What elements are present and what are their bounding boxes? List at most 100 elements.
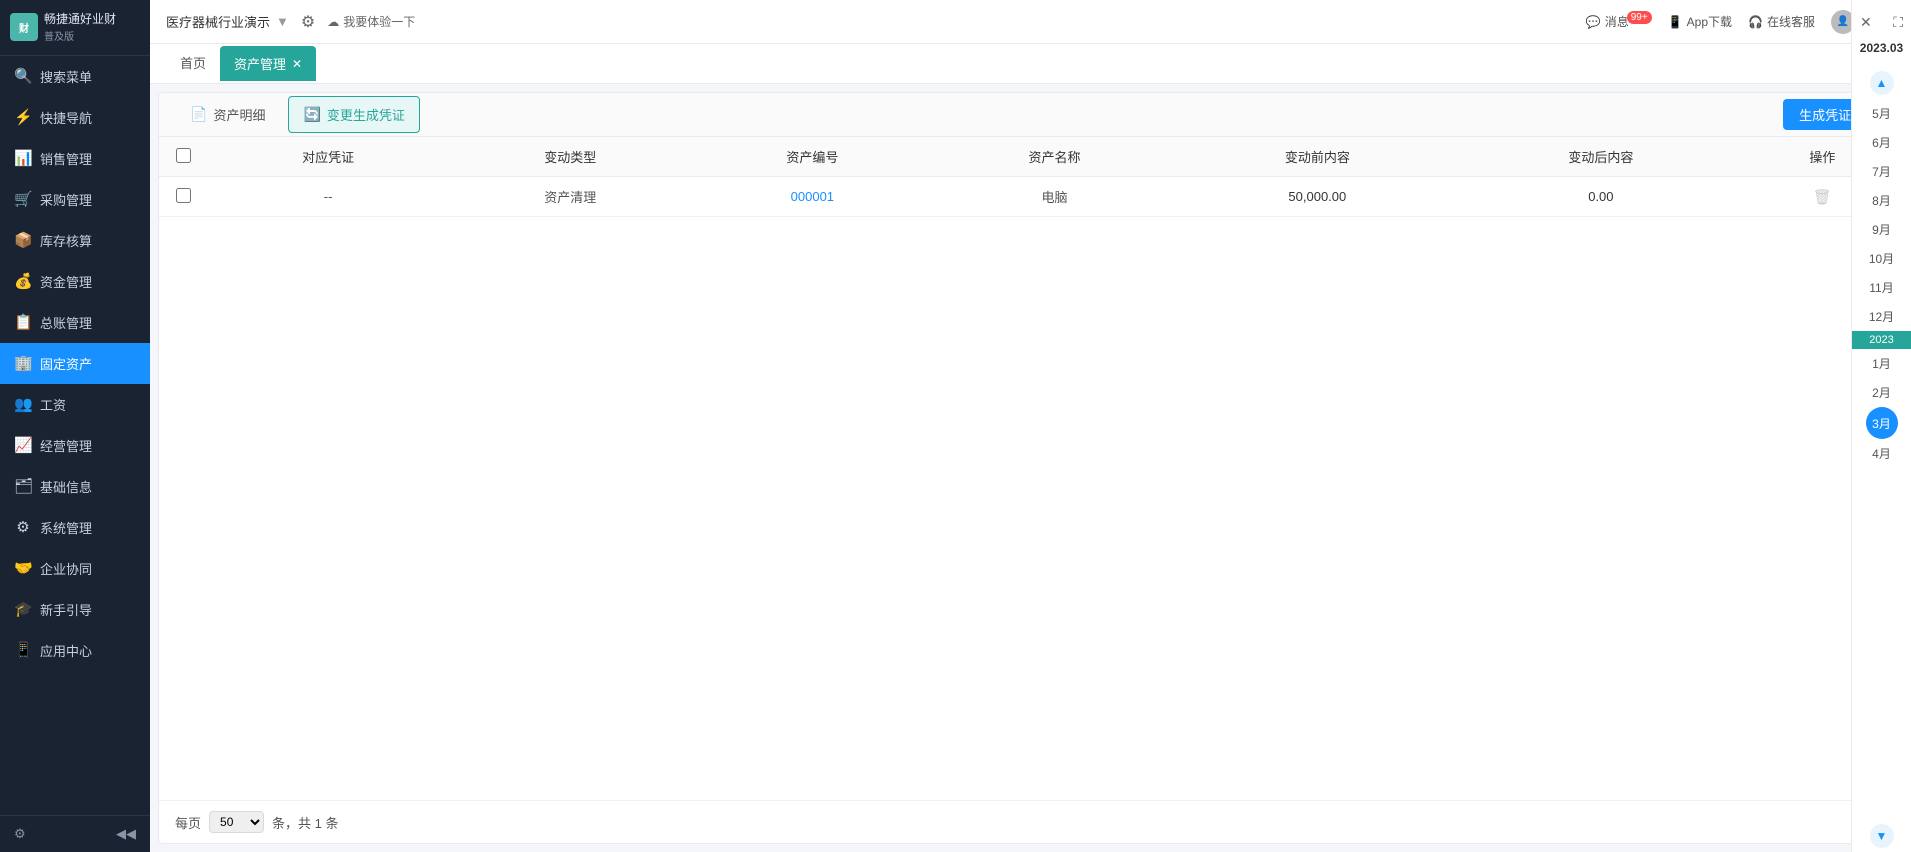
calendar-close-button[interactable]: ✕: [1860, 14, 1872, 31]
sidebar-item-guide[interactable]: 🎓 新手引导: [0, 589, 150, 630]
tab-assets[interactable]: 资产管理 ✕: [220, 46, 316, 81]
cal-month-11[interactable]: 11月: [1852, 273, 1911, 302]
cal-month-7[interactable]: 7月: [1852, 157, 1911, 186]
voucher-icon: 🔄: [303, 106, 320, 123]
row-asset-name: 电脑: [933, 177, 1175, 217]
sidebar-item-label: 固定资产: [40, 354, 92, 373]
table-row: -- 资产清理 000001 电脑 50,000.00 0.00 🗑: [159, 177, 1902, 217]
sidebar-item-operations[interactable]: 📈 经营管理: [0, 425, 150, 466]
row-before-content: 50,000.00: [1176, 177, 1460, 217]
guide-icon: 🎓: [14, 600, 32, 618]
logo-text-block: 畅捷通好业财 普及版: [44, 12, 116, 43]
headset-icon: 🎧: [1748, 15, 1763, 29]
row-asset-no: 000001: [691, 177, 933, 217]
collapse-icon[interactable]: ◀◀: [116, 826, 136, 842]
cal-month-2[interactable]: 2月: [1852, 378, 1911, 407]
table-wrapper: 对应凭证 变动类型 资产编号 资产名称 变动前内容 变动后内容 操作 -- 资产…: [159, 137, 1902, 800]
sidebar-item-sales[interactable]: 📊 销售管理: [0, 138, 150, 179]
select-all-header[interactable]: [159, 137, 207, 177]
col-change-type: 变动类型: [449, 137, 691, 177]
app-edition: 普及版: [44, 28, 116, 43]
basicinfo-icon: 🗂: [14, 477, 32, 495]
experience-text: 我要体验一下: [343, 13, 415, 30]
tab-home-label: 首页: [180, 56, 206, 71]
sidebar-item-appcenter[interactable]: 📱 应用中心: [0, 630, 150, 671]
experience-btn[interactable]: ☁ 我要体验一下: [327, 13, 415, 30]
dropdown-icon: ▼: [276, 14, 289, 29]
sidebar-item-label: 快捷导航: [40, 108, 92, 127]
row-change-type: 资产清理: [449, 177, 691, 217]
customer-service-label: 在线客服: [1767, 13, 1815, 30]
sidebar-item-inventory[interactable]: 📦 库存核算: [0, 220, 150, 261]
per-page-label: 每页: [175, 813, 201, 832]
tab-assets-label: 资产管理: [234, 54, 286, 73]
table-body: -- 资产清理 000001 电脑 50,000.00 0.00 🗑: [159, 177, 1902, 217]
row-checkbox-cell[interactable]: [159, 177, 207, 217]
subtab-detail[interactable]: 📄 资产明细: [175, 96, 280, 133]
calendar-expand-button[interactable]: ⛶: [1893, 14, 1903, 31]
sidebar-item-funds[interactable]: 💰 资金管理: [0, 261, 150, 302]
assets-icon: 🏢: [14, 354, 32, 372]
subtab-detail-label: 资产明细: [213, 105, 265, 124]
app-download-btn[interactable]: 📱 App下载: [1668, 13, 1732, 30]
notifications-btn[interactable]: 💬 消息 99+: [1586, 13, 1652, 30]
settings-icon[interactable]: ⚙: [14, 826, 26, 842]
operations-icon: 📈: [14, 436, 32, 454]
per-page-select[interactable]: 50 10 20 100: [209, 811, 264, 833]
notif-badge: 99+: [1627, 11, 1652, 24]
assets-table: 对应凭证 变动类型 资产编号 资产名称 变动前内容 变动后内容 操作 -- 资产…: [159, 137, 1902, 217]
tab-home[interactable]: 首页: [166, 45, 220, 82]
company-name: 医疗器械行业演示: [166, 12, 270, 31]
topbar: 医疗器械行业演示 ▼ ⚙ ☁ 我要体验一下 💬 消息 99+ 📱 App下载 🎧…: [150, 0, 1911, 44]
tab-close-icon[interactable]: ✕: [292, 57, 302, 71]
sidebar-item-basicinfo[interactable]: 🗂 基础信息: [0, 466, 150, 507]
calendar-current-period: 2023.03: [1860, 37, 1903, 59]
download-icon: 📱: [1668, 15, 1683, 29]
row-checkbox[interactable]: [176, 188, 191, 203]
appcenter-icon: 📱: [14, 641, 32, 659]
calendar-months: 5月 6月 7月 8月 9月 10月 11月 12月 2023 1月 2月 3月…: [1852, 99, 1911, 820]
company-selector[interactable]: 医疗器械行业演示 ▼: [166, 12, 289, 31]
ledger-icon: 📋: [14, 313, 32, 331]
sidebar-item-label: 新手引导: [40, 600, 92, 619]
cal-month-6[interactable]: 6月: [1852, 128, 1911, 157]
sidebar-item-collab[interactable]: 🤝 企业协同: [0, 548, 150, 589]
sidebar-item-label: 系统管理: [40, 518, 92, 537]
sidebar-bottom: ⚙ ◀◀: [0, 815, 150, 852]
cal-month-5[interactable]: 5月: [1852, 99, 1911, 128]
bell-icon: 💬: [1586, 15, 1601, 29]
sidebar-item-label: 搜索菜单: [40, 67, 92, 86]
customer-service-btn[interactable]: 🎧 在线客服: [1748, 13, 1815, 30]
gear-icon[interactable]: ⚙: [301, 12, 315, 32]
logo-icon: 财: [10, 13, 38, 41]
subtab-voucher[interactable]: 🔄 变更生成凭证: [288, 96, 419, 133]
calendar-nav-up[interactable]: ▲: [1870, 71, 1894, 95]
sidebar-item-system[interactable]: ⚙ 系统管理: [0, 507, 150, 548]
sidebar-item-label: 库存核算: [40, 231, 92, 250]
cal-month-3-current[interactable]: 3月: [1866, 407, 1898, 439]
cal-month-8[interactable]: 8月: [1852, 186, 1911, 215]
sidebar-item-search[interactable]: 🔍 搜索菜单: [0, 56, 150, 97]
lightning-icon: ⚡: [14, 108, 32, 126]
sidebar: 财 畅捷通好业财 普及版 🔍 搜索菜单 ⚡ 快捷导航 📊 销售管理 🛒 采购管理…: [0, 0, 150, 852]
calendar-nav-down[interactable]: ▼: [1870, 824, 1894, 848]
cal-year-2023: 2023: [1852, 331, 1911, 349]
app-download-label: App下载: [1687, 13, 1732, 30]
sidebar-item-payroll[interactable]: 👥 工资: [0, 384, 150, 425]
sidebar-item-assets[interactable]: 🏢 固定资产: [0, 343, 150, 384]
subtab-voucher-label: 变更生成凭证: [327, 105, 405, 124]
sidebar-item-quicknav[interactable]: ⚡ 快捷导航: [0, 97, 150, 138]
sidebar-item-purchase[interactable]: 🛒 采购管理: [0, 179, 150, 220]
cal-month-12[interactable]: 12月: [1852, 302, 1911, 331]
sidebar-item-ledger[interactable]: 📋 总账管理: [0, 302, 150, 343]
delete-icon[interactable]: 🗑: [1813, 189, 1832, 206]
topbar-right: 💬 消息 99+ 📱 App下载 🎧 在线客服 👤 畅捷通: [1586, 10, 1895, 34]
cal-month-4[interactable]: 4月: [1852, 439, 1911, 468]
cal-month-9[interactable]: 9月: [1852, 215, 1911, 244]
notif-label: 消息: [1605, 13, 1629, 30]
sidebar-item-label: 销售管理: [40, 149, 92, 168]
select-all-checkbox[interactable]: [176, 148, 191, 163]
cal-month-1[interactable]: 1月: [1852, 349, 1911, 378]
cal-month-10[interactable]: 10月: [1852, 244, 1911, 273]
main-content: 医疗器械行业演示 ▼ ⚙ ☁ 我要体验一下 💬 消息 99+ 📱 App下载 🎧…: [150, 0, 1911, 852]
